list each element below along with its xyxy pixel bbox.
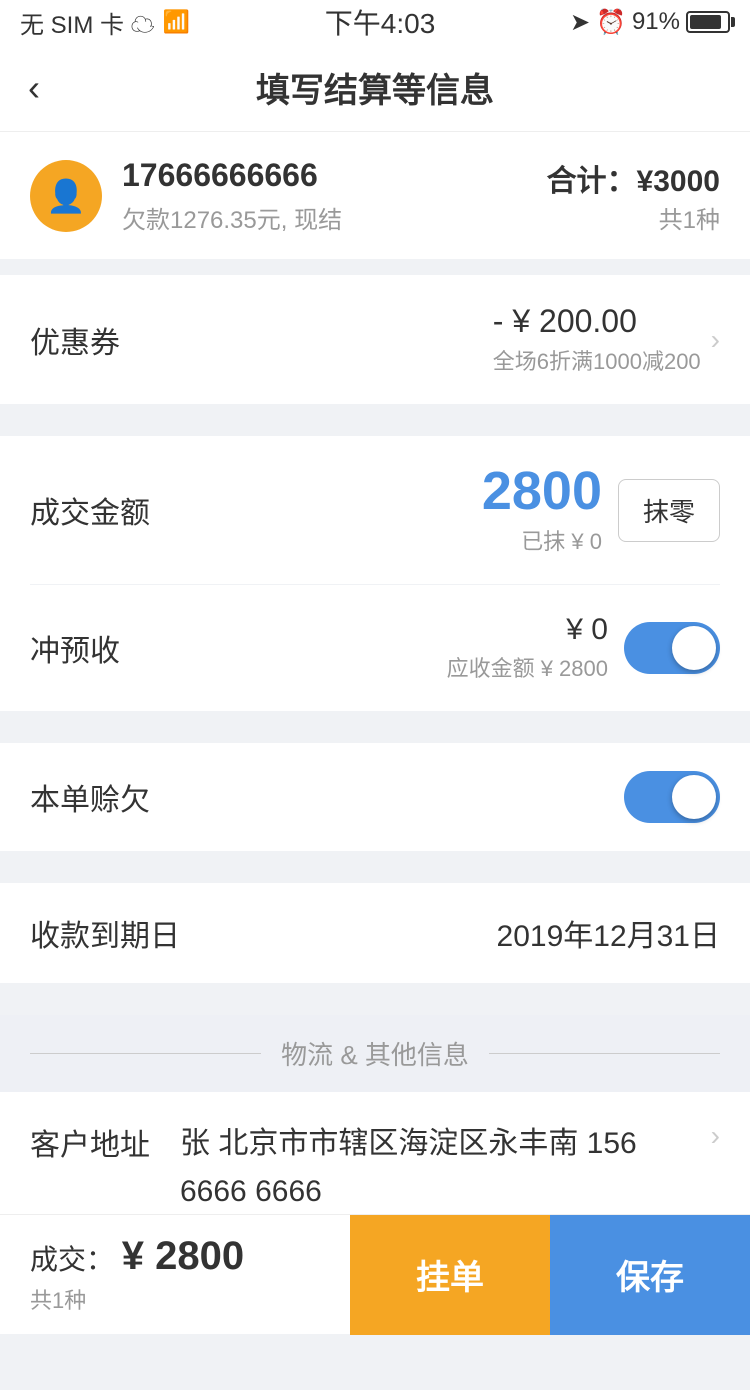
bottom-deal-label: 成交： xyxy=(30,1244,114,1275)
customer-note: 欠款1276.35元, 现结 xyxy=(122,200,342,235)
bottom-deal-line: 成交： ¥ 2800 xyxy=(30,1234,320,1279)
location-icon: ➤ xyxy=(570,8,590,37)
coupon-discount: - ¥ 200.00 xyxy=(493,303,637,339)
bottom-deal-amount: ¥ 2800 xyxy=(122,1234,244,1278)
deal-section: 成交金额 2800 已抹 ¥ 0 抹零 冲预收 ¥ 0 应收金额 ¥ 2800 xyxy=(0,436,750,711)
battery-percent: 91% xyxy=(632,8,680,36)
customer-card: 👤 17666666666 欠款1276.35元, 现结 合计：¥3000 共1… xyxy=(0,132,750,259)
prepay-toggle[interactable] xyxy=(624,622,720,674)
prepay-right: ¥ 0 应收金额 ¥ 2800 xyxy=(447,613,720,683)
status-left: 无 SIM 卡 ☁ 📶 xyxy=(20,5,190,40)
total-amount: 合计：¥3000 xyxy=(547,156,720,200)
due-date-label: 收款到期日 xyxy=(30,911,180,955)
coupon-desc: 全场6折满1000减200 xyxy=(493,344,701,376)
debt-label: 本单赊欠 xyxy=(30,775,150,819)
coupon-label: 优惠券 xyxy=(30,318,120,362)
address-text: 张 北京市市辖区海淀区永丰南 156 6666 6666 xyxy=(180,1120,711,1216)
divider-line-right xyxy=(489,1053,720,1054)
coupon-row[interactable]: 优惠券 - ¥ 200.00 全场6折满1000减200 › xyxy=(0,275,750,404)
address-label: 客户地址 xyxy=(30,1120,150,1164)
battery-icon xyxy=(686,11,730,33)
wifi-icon: 📶 xyxy=(163,9,190,35)
prepay-amount-block: ¥ 0 应收金额 ¥ 2800 xyxy=(447,613,608,683)
bottom-bar: 成交： ¥ 2800 共1种 挂单 保存 xyxy=(0,1214,750,1334)
customer-info: 17666666666 欠款1276.35元, 现结 xyxy=(122,157,342,235)
debt-row: 本单赊欠 xyxy=(30,743,720,851)
logistics-label: 物流 & 其他信息 xyxy=(281,1035,469,1072)
bottom-count: 共1种 xyxy=(30,1283,320,1315)
section-divider-1 xyxy=(0,420,750,436)
prepay-label: 冲预收 xyxy=(30,626,120,670)
status-right: ➤ ⏰ 91% xyxy=(570,8,730,37)
section-divider-2 xyxy=(0,727,750,743)
due-date-row: 收款到期日 2019年12月31日 xyxy=(30,883,720,983)
customer-phone: 17666666666 xyxy=(122,157,342,194)
chevron-right-icon: › xyxy=(711,324,720,356)
nav-bar: ‹ 填写结算等信息 xyxy=(0,44,750,132)
round-button[interactable]: 抹零 xyxy=(618,479,720,542)
due-date-section: 收款到期日 2019年12月31日 xyxy=(0,883,750,983)
address-chevron-icon: › xyxy=(711,1120,720,1152)
deal-row: 成交金额 2800 已抹 ¥ 0 抹零 xyxy=(30,436,720,585)
status-time: 下午4:03 xyxy=(325,2,436,42)
section-divider-3 xyxy=(0,867,750,883)
debt-section: 本单赊欠 xyxy=(0,743,750,851)
logistics-divider: 物流 & 其他信息 xyxy=(0,1015,750,1092)
save-button[interactable]: 保存 xyxy=(550,1215,750,1335)
hang-button[interactable]: 挂单 xyxy=(350,1215,550,1335)
debt-toggle[interactable] xyxy=(624,771,720,823)
customer-right: 合计：¥3000 共1种 xyxy=(547,156,720,235)
avatar: 👤 xyxy=(30,160,102,232)
section-divider-4 xyxy=(0,999,750,1015)
sim-label: 无 SIM 卡 ☁ xyxy=(20,5,155,40)
content: 👤 17666666666 欠款1276.35元, 现结 合计：¥3000 共1… xyxy=(0,132,750,1390)
prepay-row: 冲预收 ¥ 0 应收金额 ¥ 2800 xyxy=(30,585,720,711)
page-title: 填写结算等信息 xyxy=(256,63,494,112)
due-date-value: 2019年12月31日 xyxy=(497,911,720,955)
back-button[interactable]: ‹ xyxy=(28,67,40,109)
total-count: 共1种 xyxy=(547,200,720,235)
deal-amount: 2800 xyxy=(482,464,602,518)
toggle-knob xyxy=(672,626,716,670)
alarm-icon: ⏰ xyxy=(596,8,626,37)
prepay-sub: 应收金额 ¥ 2800 xyxy=(447,651,608,683)
deal-right: 2800 已抹 ¥ 0 抹零 xyxy=(482,464,720,556)
debt-toggle-knob xyxy=(672,775,716,819)
deal-label: 成交金额 xyxy=(30,488,150,532)
customer-left: 👤 17666666666 欠款1276.35元, 现结 xyxy=(30,157,342,235)
coupon-right: - ¥ 200.00 全场6折满1000减200 › xyxy=(493,303,720,376)
status-bar: 无 SIM 卡 ☁ 📶 下午4:03 ➤ ⏰ 91% xyxy=(0,0,750,44)
deal-sub: 已抹 ¥ 0 xyxy=(482,524,602,556)
bottom-summary: 成交： ¥ 2800 共1种 xyxy=(0,1234,350,1315)
divider-line-left xyxy=(30,1053,261,1054)
prepay-amount: ¥ 0 xyxy=(447,613,608,647)
